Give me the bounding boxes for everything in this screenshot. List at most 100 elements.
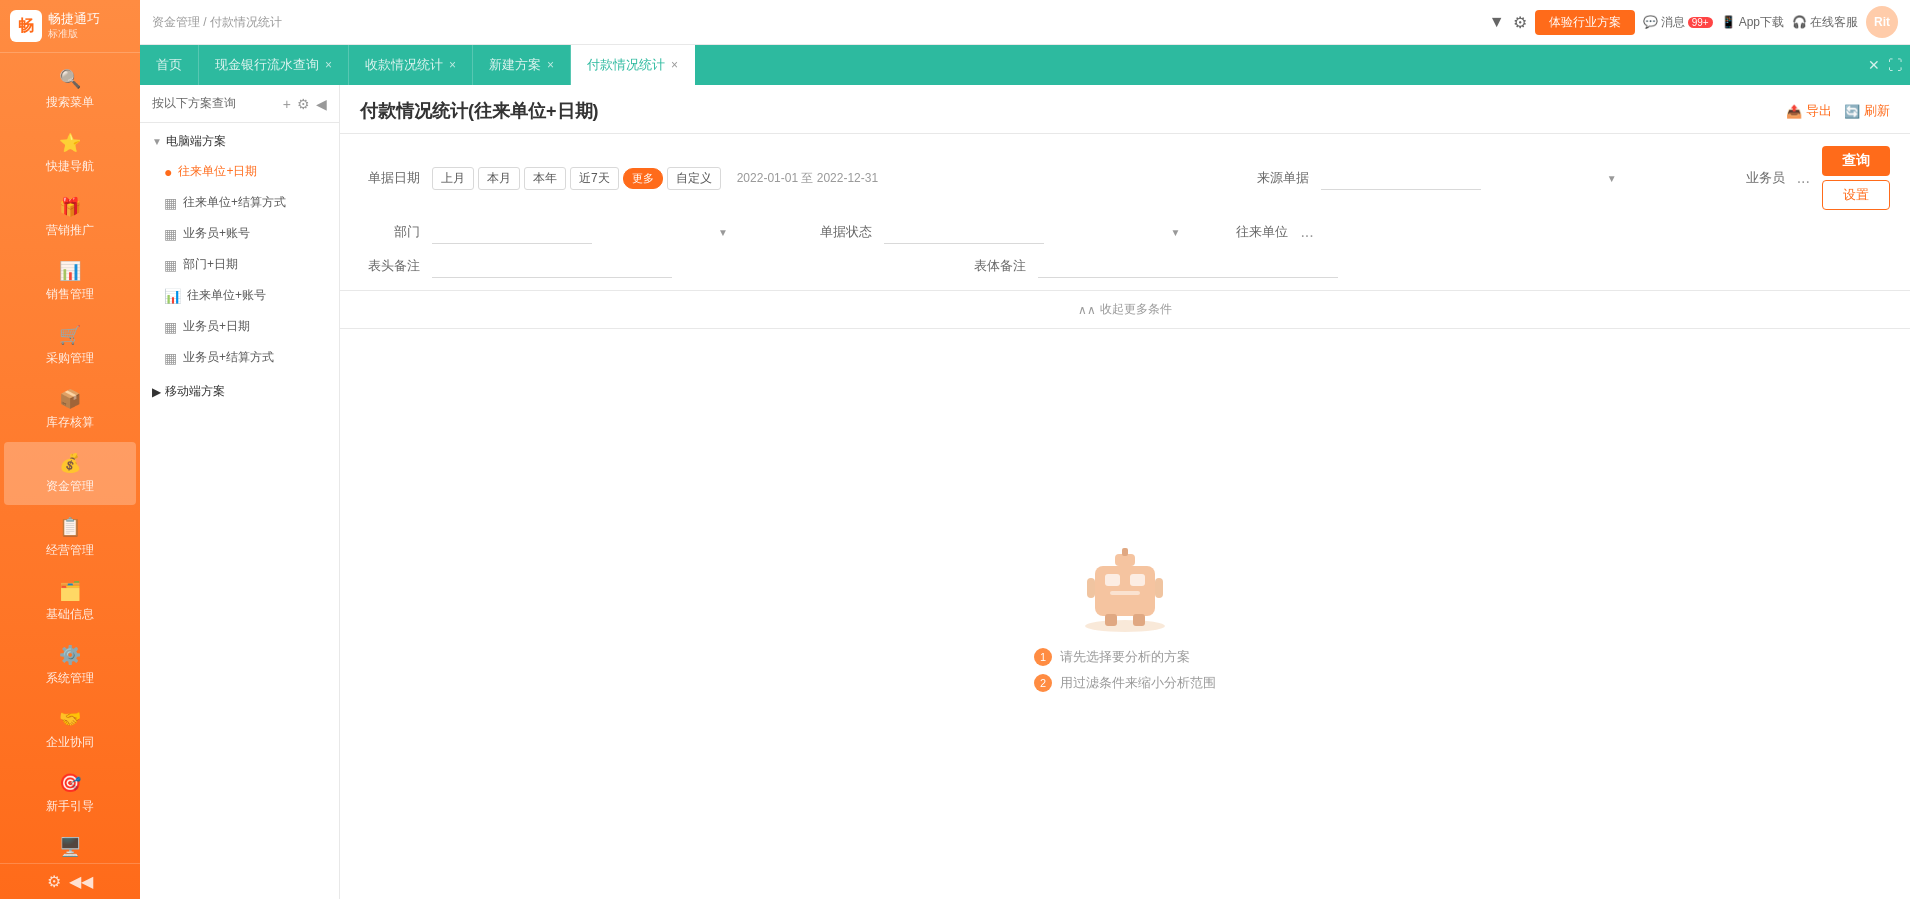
quicknav-icon: ⭐ [59,132,81,154]
scheme-item-partner-date[interactable]: ● 往来单位+日期 [140,156,339,187]
sidebar-item-quicknav[interactable]: ⭐ 快捷导航 [4,122,136,185]
app-download-action[interactable]: 📱 App下载 [1721,14,1784,31]
scheme-item-partner-payment[interactable]: ▦ 往来单位+结算方式 [140,187,339,218]
hint-num-1: 1 [1034,648,1052,666]
finance-icon: 💰 [59,452,81,474]
message-action[interactable]: 💬 消息 99+ [1643,14,1713,31]
user-avatar[interactable]: Rit [1866,6,1898,38]
export-icon: 📤 [1786,104,1802,119]
dept-select[interactable] [432,220,592,244]
filter-row-3: 表头备注 表体备注 [360,254,1890,278]
scheme-icon-3: ▦ [164,226,177,242]
date-btn-this-year[interactable]: 本年 [524,167,566,190]
sidebar-item-basic[interactable]: 🗂️ 基础信息 [4,570,136,633]
query-button[interactable]: 查询 [1822,146,1890,176]
trial-scheme-button[interactable]: 体验行业方案 [1535,10,1635,35]
staff-dots[interactable]: ... [1797,169,1810,187]
scheme-item-staff-date-label: 业务员+日期 [183,318,250,335]
source-select-wrapper: ▼ [1321,166,1621,190]
topbar: 资金管理 / 付款情况统计 ▼ ⚙ 体验行业方案 💬 消息 99+ 📱 App下… [140,0,1910,45]
svg-rect-8 [1155,578,1163,598]
scheme-item-staff-date[interactable]: ▦ 业务员+日期 [140,311,339,342]
page-title: 付款情况统计(往来单位+日期) [360,99,1786,123]
hint-num-2: 2 [1034,674,1052,692]
tab-payment-stat[interactable]: 付款情况统计 × [571,45,695,85]
sidebar-item-inventory[interactable]: 📦 库存核算 [4,378,136,441]
tab-payment-stat-close[interactable]: × [671,58,678,72]
filter-row-2: 部门 ▼ 单据状态 ▼ 往来单位 ... [360,220,1890,244]
sidebar-label-marketing: 营销推广 [46,222,94,239]
scheme-add-button[interactable]: + [283,96,291,112]
sidebar-item-hardware[interactable]: 🖥️ 智能硬件 [4,826,136,863]
sidebar-item-system[interactable]: ⚙️ 系统管理 [4,634,136,697]
tab-receivable[interactable]: 收款情况统计 × [349,45,473,85]
refresh-button[interactable]: 🔄 刷新 [1844,102,1890,120]
tab-cash-flow-close[interactable]: × [325,58,332,72]
marketing-icon: 🎁 [59,196,81,218]
tab-new-scheme[interactable]: 新建方案 × [473,45,571,85]
sidebar-label-newbie: 新手引导 [46,798,94,815]
scheme-item-dept-date[interactable]: ▦ 部门+日期 [140,249,339,280]
maximize-window-button[interactable]: ⛶ [1888,57,1902,73]
bill-status-chevron-icon: ▼ [1171,227,1181,238]
mobile-group-header[interactable]: ▶ 移动端方案 [152,383,327,400]
hint-text-1: 请先选择要分析的方案 [1060,648,1190,666]
tab-cash-flow[interactable]: 现金银行流水查询 × [199,45,349,85]
online-service-action[interactable]: 🎧 在线客服 [1792,14,1858,31]
export-button[interactable]: 📤 导出 [1786,102,1832,120]
collapse-label: 收起更多条件 [1100,301,1172,318]
topbar-settings-icon[interactable]: ▼ [1489,13,1505,31]
scheme-icon-5: 📊 [164,288,181,304]
date-btn-this-month[interactable]: 本月 [478,167,520,190]
tabs-spacer [695,45,1860,85]
source-select[interactable] [1321,166,1481,190]
partner-dots[interactable]: ... [1300,223,1313,241]
scheme-item-staff-account[interactable]: ▦ 业务员+账号 [140,218,339,249]
scheme-item-staff-payment-label: 业务员+结算方式 [183,349,274,366]
header-note-input[interactable] [432,254,672,278]
hint-text-2: 用过滤条件来缩小分析范围 [1060,674,1216,692]
sidebar-label-collab: 企业协同 [46,734,94,751]
tab-home[interactable]: 首页 [140,45,199,85]
tab-new-scheme-close[interactable]: × [547,58,554,72]
sidebar-item-finance[interactable]: 💰 资金管理 [4,442,136,505]
svg-rect-3 [1130,574,1145,586]
mobile-scheme-group[interactable]: ▶ 移动端方案 [140,377,339,406]
sidebar-item-search[interactable]: 🔍 搜索菜单 [4,58,136,121]
scheme-settings-button[interactable]: ⚙ [297,96,310,112]
sidebar-menu: 🔍 搜索菜单 ⭐ 快捷导航 🎁 营销推广 📊 销售管理 🛒 采购管理 📦 库存核… [0,53,140,863]
topbar-gear-icon[interactable]: ⚙ [1513,13,1527,32]
date-btn-last-7days[interactable]: 近7天 [570,167,619,190]
sidebar-item-marketing[interactable]: 🎁 营销推广 [4,186,136,249]
sidebar-item-sales[interactable]: 📊 销售管理 [4,250,136,313]
close-window-button[interactable]: ✕ [1868,57,1880,73]
sidebar-collapse-btn[interactable]: ◀◀ [69,872,93,891]
tab-bar: 首页 现金银行流水查询 × 收款情况统计 × 新建方案 × 付款情况统计 × ✕… [140,45,1910,85]
svg-rect-4 [1110,591,1140,595]
scheme-collapse-button[interactable]: ◀ [316,96,327,112]
sidebar-item-business[interactable]: 📋 经营管理 [4,506,136,569]
system-icon: ⚙️ [59,644,81,666]
scheme-item-partner-account[interactable]: 📊 往来单位+账号 [140,280,339,311]
bill-status-select[interactable] [884,220,1044,244]
scheme-item-staff-payment[interactable]: ▦ 业务员+结算方式 [140,342,339,373]
hint-item-2: 2 用过滤条件来缩小分析范围 [1034,674,1216,692]
message-label: 消息 [1661,14,1685,31]
dept-chevron-icon: ▼ [718,227,728,238]
scheme-panel: 按以下方案查询 + ⚙ ◀ ▼ 电脑端方案 ● 往来单位+日期 ▦ 往来单位+结… [140,85,340,899]
desktop-group-header[interactable]: ▼ 电脑端方案 [140,127,339,156]
partner-label: 往来单位 [1228,223,1288,241]
sidebar-item-collab[interactable]: 🤝 企业协同 [4,698,136,761]
refresh-icon: 🔄 [1844,104,1860,119]
body-note-input[interactable] [1038,254,1338,278]
date-btn-custom[interactable]: 自定义 [667,167,721,190]
date-btn-last-month[interactable]: 上月 [432,167,474,190]
collapse-bar[interactable]: ∧∧ 收起更多条件 [340,291,1910,329]
settings-button[interactable]: 设置 [1822,180,1890,210]
sidebar-settings-btn[interactable]: ⚙ [47,872,61,891]
sidebar-item-newbie[interactable]: 🎯 新手引导 [4,762,136,825]
tab-receivable-close[interactable]: × [449,58,456,72]
sidebar-item-purchase[interactable]: 🛒 采购管理 [4,314,136,377]
date-btn-more[interactable]: 更多 [623,168,663,189]
header-note-label: 表头备注 [360,257,420,275]
